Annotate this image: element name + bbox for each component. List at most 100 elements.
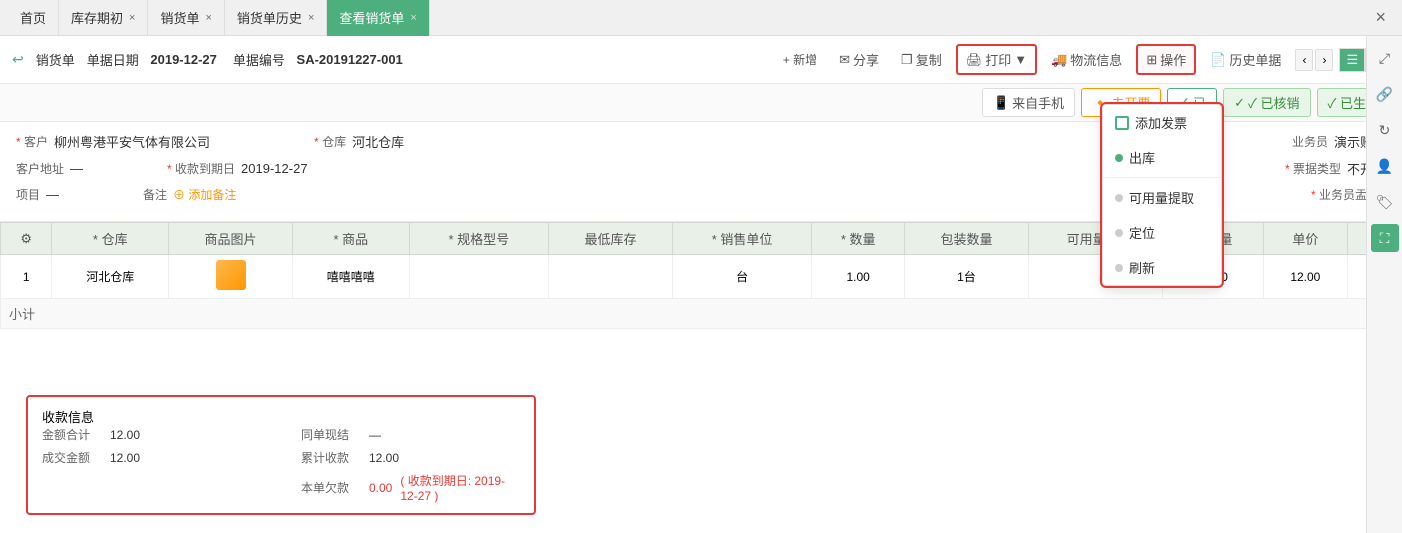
- current-balance-value: 0.00: [369, 481, 392, 495]
- operation-dropdown: 添加发票 出库 可用量提取 定位 刷新: [1102, 104, 1222, 286]
- address-field: 客户地址 —: [16, 160, 83, 177]
- grid-icon: ⊞: [1146, 52, 1157, 68]
- prev-record-button[interactable]: ‹: [1295, 49, 1313, 71]
- warehouse-field: 仓库 河北仓库: [314, 132, 404, 151]
- remark-field: 备注 添加备注: [143, 186, 236, 203]
- dot-icon-2: [1115, 194, 1123, 202]
- history-records-button[interactable]: 📄 历史单据: [1202, 46, 1289, 73]
- next-record-button[interactable]: ›: [1315, 49, 1333, 71]
- current-balance-label: 本单欠款: [301, 479, 361, 496]
- doc-title-area: ↩ 销货单 单据日期 2019-12-27 单据编号 SA-20191227-0…: [12, 50, 775, 69]
- tab-view-sales-order[interactable]: 查看销货单 ×: [327, 0, 429, 36]
- history-icon: 📄: [1210, 52, 1226, 68]
- product-thumbnail: [216, 260, 246, 290]
- right-sidebar: ⤢ 🔗 ↻ 👤 🏷 ⛶: [1366, 36, 1402, 533]
- cumulative-payment-value: 12.00: [369, 451, 399, 465]
- col-pack-qty: 包装数量: [905, 223, 1029, 255]
- customer-value: 柳州粤港平安气体有限公司: [54, 132, 210, 151]
- share-button[interactable]: ✉ 分享: [831, 46, 887, 73]
- row-min-stock: [549, 255, 673, 299]
- doc-meta: 单据日期 2019-12-27 单据编号 SA-20191227-001: [87, 50, 403, 69]
- header-actions: + 新增 ✉ 分享 ❐ 复制 🖨 打印 ▼ 🚚 物流信息: [775, 44, 1390, 75]
- locate-item[interactable]: 定位: [1103, 215, 1221, 250]
- add-remark-button[interactable]: 添加备注: [173, 186, 236, 203]
- col-settings[interactable]: ⚙: [1, 223, 52, 255]
- address-label: 客户地址: [16, 160, 64, 177]
- user-icon[interactable]: 👤: [1371, 152, 1399, 180]
- payment-date-field: 收款到期日 2019-12-27: [167, 160, 308, 177]
- window-close-button[interactable]: ×: [1367, 7, 1394, 28]
- payment-info-panel: 收款信息 金额合计 12.00 同单现结 — 成交金额 12.00 累计收款 1…: [26, 395, 536, 515]
- new-button[interactable]: + 新增: [775, 47, 825, 72]
- voided-icon: ✓: [1234, 95, 1245, 111]
- payment-date-label: 收款到期日: [167, 160, 235, 177]
- link-icon[interactable]: 🔗: [1371, 80, 1399, 108]
- fullscreen-icon[interactable]: ⛶: [1371, 224, 1399, 252]
- share-icon: ✉: [839, 52, 850, 68]
- operation-button[interactable]: ⊞ 操作: [1136, 44, 1196, 75]
- col-min-stock: 最低库存: [549, 223, 673, 255]
- total-amount-value: 12.00: [110, 428, 140, 442]
- transaction-amount-row: 成交金额 12.00: [42, 449, 261, 466]
- phone-icon: 📱: [993, 95, 1009, 111]
- invoice-icon: [1115, 116, 1129, 130]
- project-value: —: [46, 187, 59, 202]
- row-warehouse: 河北仓库: [52, 255, 169, 299]
- row-quantity: 1.00: [812, 255, 905, 299]
- logistics-button[interactable]: 🚚 物流信息: [1043, 46, 1130, 73]
- row-unit-price: 12.00: [1263, 255, 1347, 299]
- list-view-button[interactable]: ☰: [1339, 48, 1365, 72]
- row-index: 1: [1, 255, 52, 299]
- nav-arrows: ‹ ›: [1295, 49, 1333, 71]
- close-tab-inventory-init[interactable]: ×: [129, 12, 135, 24]
- row-product: 嘻嘻嘻嘻: [292, 255, 409, 299]
- doc-icon: ↩: [12, 51, 24, 68]
- dot-icon-3: [1115, 229, 1123, 237]
- cumulative-payment-row: 累计收款 12.00: [301, 449, 520, 466]
- tab-sales-history[interactable]: 销货单历史 ×: [225, 0, 327, 36]
- tab-bar: 首页 库存期初 × 销货单 × 销货单历史 × 查看销货单 × ×: [0, 0, 1402, 36]
- row-sales-unit: 台: [672, 255, 811, 299]
- print-button[interactable]: 🖨 打印 ▼: [956, 44, 1037, 75]
- col-product-image: 商品图片: [169, 223, 293, 255]
- transaction-amount-value: 12.00: [110, 451, 140, 465]
- dropdown-arrow-icon: ▼: [1014, 52, 1027, 67]
- refresh-icon[interactable]: ↻: [1371, 116, 1399, 144]
- tag-icon[interactable]: 🏷: [1371, 188, 1399, 216]
- dot-icon: [1115, 154, 1123, 162]
- tab-sales-order[interactable]: 销货单 ×: [148, 0, 224, 36]
- copy-icon: ❐: [901, 52, 913, 68]
- same-order-label: 同单现结: [301, 426, 361, 443]
- subtotal-row: 小计: [1, 299, 1402, 329]
- same-order-value: —: [369, 428, 381, 442]
- tab-home[interactable]: 首页: [8, 0, 59, 36]
- staff-label: 业务员: [1292, 133, 1328, 150]
- available-qty-item[interactable]: 可用量提取: [1103, 180, 1221, 215]
- col-product: * 商品: [292, 223, 409, 255]
- warehouse-out-item[interactable]: 出库: [1103, 140, 1221, 175]
- col-spec: * 规格型号: [409, 223, 548, 255]
- expand-icon[interactable]: ⤢: [1371, 44, 1399, 72]
- voided-status-button[interactable]: ✓ ✓ 已核销: [1223, 88, 1310, 117]
- transaction-amount-label: 成交金额: [42, 449, 102, 466]
- doc-header: ↩ 销货单 单据日期 2019-12-27 单据编号 SA-20191227-0…: [0, 36, 1402, 84]
- close-tab-sales-order[interactable]: ×: [205, 12, 211, 24]
- warehouse-value: 河北仓库: [352, 132, 404, 151]
- row-product-image: [169, 255, 293, 299]
- copy-button[interactable]: ❐ 复制: [893, 46, 950, 73]
- close-tab-view-sales-order[interactable]: ×: [410, 12, 416, 24]
- close-tab-sales-history[interactable]: ×: [308, 12, 314, 24]
- dot-icon-4: [1115, 264, 1123, 272]
- main-content: ↩ 销货单 单据日期 2019-12-27 单据编号 SA-20191227-0…: [0, 36, 1402, 533]
- add-invoice-item[interactable]: 添加发票: [1103, 105, 1221, 140]
- refresh-item[interactable]: 刷新: [1103, 250, 1221, 285]
- col-sales-unit: * 销售单位: [672, 223, 811, 255]
- payment-panel-title: 收款信息: [42, 407, 520, 426]
- balance-note: ( 收款到期日: 2019-12-27 ): [400, 472, 520, 503]
- doc-number-label: 单据编号 SA-20191227-001: [233, 50, 403, 69]
- same-order-row: 同单现结 —: [301, 426, 520, 443]
- tab-inventory-init[interactable]: 库存期初 ×: [59, 0, 148, 36]
- col-quantity: * 数量: [812, 223, 905, 255]
- row-pack-qty: 1台: [905, 255, 1029, 299]
- from-phone-button[interactable]: 📱 来自手机: [982, 88, 1075, 117]
